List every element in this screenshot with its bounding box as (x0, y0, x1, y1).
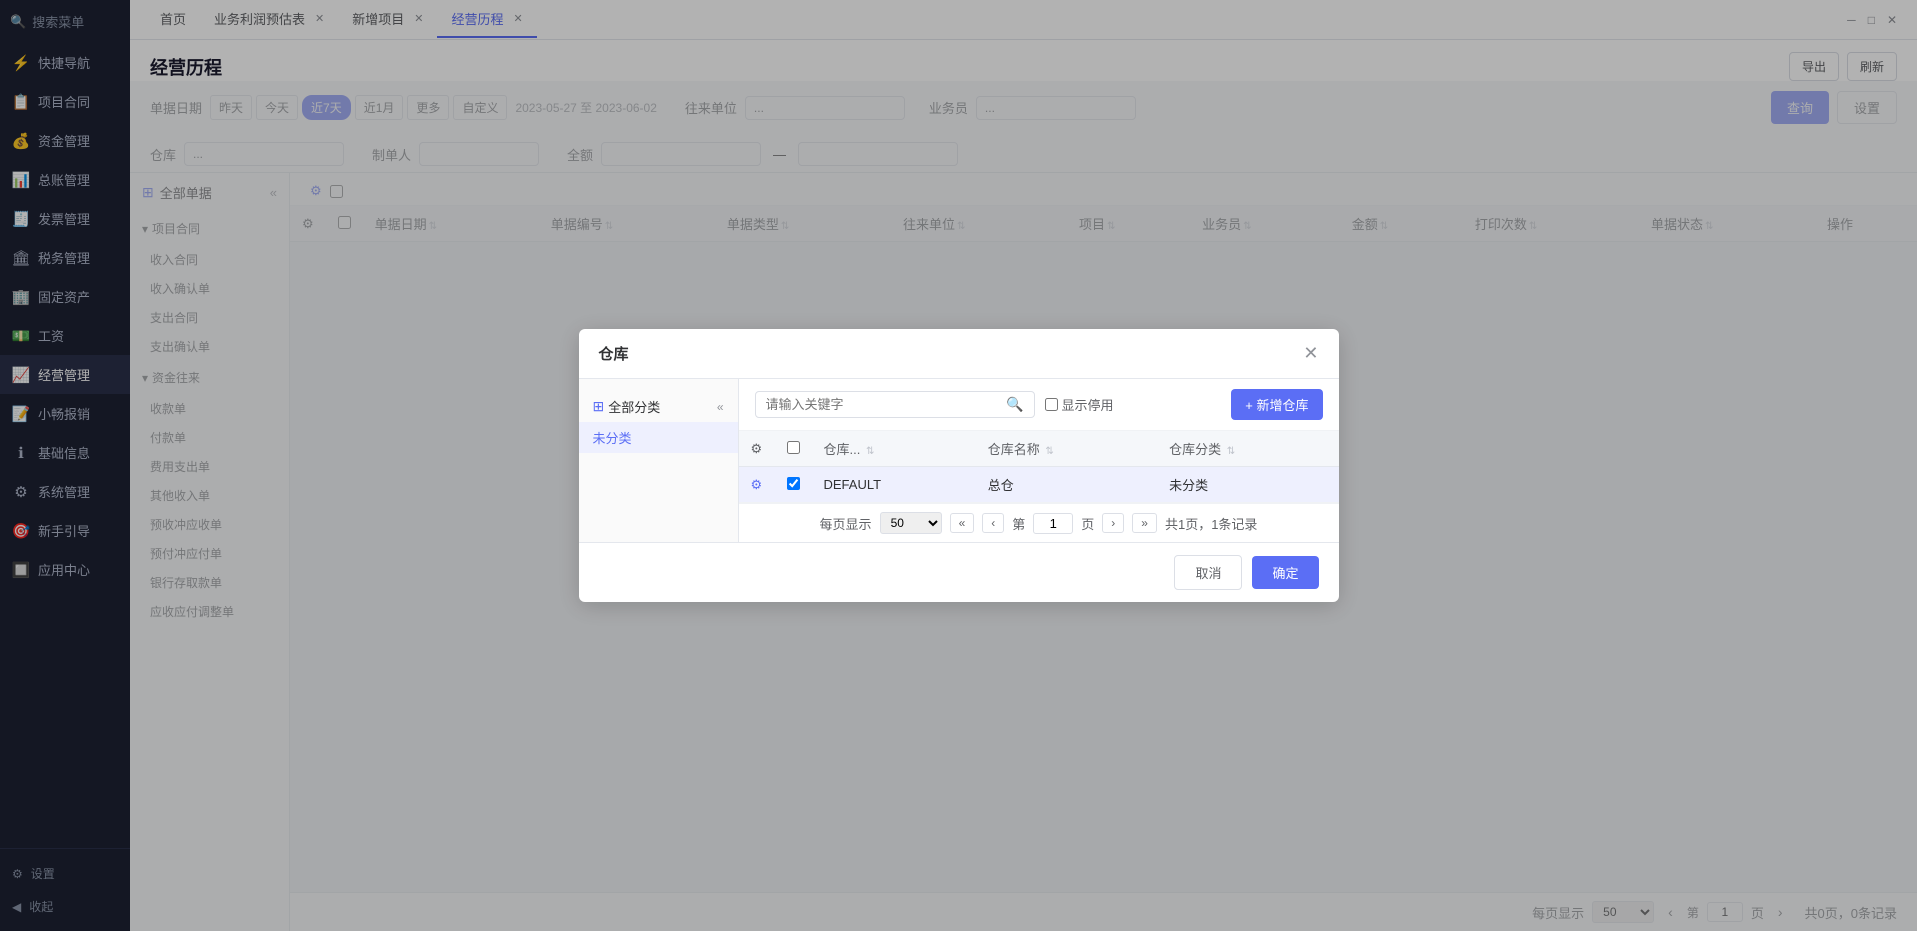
modal-close-btn[interactable]: ✕ (1303, 343, 1318, 364)
grid-icon: ⊞ (593, 398, 605, 415)
modal-per-page-label: 每页显示 (820, 514, 872, 533)
show-disabled-label[interactable]: 显示停用 (1045, 395, 1114, 414)
modal-body: ⊞ 全部分类 « 未分类 🔍 (579, 379, 1339, 542)
modal-left-all-label: 全部分类 (608, 397, 660, 416)
modal-left-toggle-btn[interactable]: « (717, 400, 724, 414)
modal-per-page-select[interactable]: 50 (880, 512, 942, 534)
modal-page-last-btn[interactable]: » (1132, 513, 1157, 533)
modal-row-name: 总仓 (976, 467, 1157, 503)
modal-page-next-btn[interactable]: › (1102, 513, 1124, 533)
add-warehouse-btn[interactable]: + 新增仓库 (1231, 389, 1322, 420)
modal-confirm-btn[interactable]: 确定 (1252, 556, 1318, 589)
modal-cancel-btn[interactable]: 取消 (1174, 555, 1242, 590)
modal-left-item-uncategorized[interactable]: 未分类 (579, 422, 738, 453)
modal-row-checkbox (775, 467, 812, 503)
modal-search-box: 🔍 (755, 391, 1035, 418)
sort-icon: ⇅ (1227, 446, 1235, 457)
modal-left-header[interactable]: ⊞ 全部分类 « (579, 391, 738, 422)
modal-col-warehouse-name: 仓库名称 ⇅ (976, 431, 1157, 467)
modal-left-panel: ⊞ 全部分类 « 未分类 (579, 379, 739, 542)
modal-search-input[interactable] (766, 397, 1001, 412)
warehouse-table: ⚙ 仓库... ⇅ (739, 431, 1339, 503)
modal-col-warehouse-code: 仓库... ⇅ (812, 431, 976, 467)
modal-page-prev-btn[interactable]: ‹ (982, 513, 1004, 533)
modal-total-info: 共1页，1条记录 (1165, 514, 1257, 533)
table-settings-icon[interactable]: ⚙ (751, 441, 763, 456)
modal-overlay: 仓库 ✕ ⊞ 全部分类 « 未分类 (0, 0, 1917, 931)
modal-header: 仓库 ✕ (579, 329, 1339, 379)
modal-page-unit: 页 (1081, 514, 1094, 533)
modal-right-top: 🔍 显示停用 + 新增仓库 (739, 379, 1339, 431)
modal-footer: 取消 确定 (579, 542, 1339, 602)
modal-col-warehouse-category: 仓库分类 ⇅ (1157, 431, 1338, 467)
row-checkbox[interactable] (787, 477, 800, 490)
modal-th-checkbox[interactable] (787, 441, 800, 454)
modal-page-label: 第 (1012, 514, 1025, 533)
modal-right-panel: 🔍 显示停用 + 新增仓库 (739, 379, 1339, 542)
search-icon: 🔍 (1006, 396, 1023, 413)
show-disabled-text: 显示停用 (1062, 395, 1114, 414)
show-disabled-checkbox[interactable] (1045, 398, 1058, 411)
sort-icon: ⇅ (1045, 446, 1053, 457)
modal-title: 仓库 (599, 343, 629, 364)
modal-page-first-btn[interactable]: « (950, 513, 975, 533)
modal-table: ⚙ 仓库... ⇅ (739, 431, 1339, 503)
modal-col-settings: ⚙ (739, 431, 775, 467)
modal-row-settings: ⚙ (739, 467, 775, 503)
modal-row-code: DEFAULT (812, 467, 976, 503)
modal-page-input[interactable] (1033, 513, 1073, 534)
modal-col-checkbox (775, 431, 812, 467)
modal-row-category: 未分类 (1157, 467, 1338, 503)
table-row[interactable]: ⚙ DEFAULT 总仓 未分类 (739, 467, 1339, 503)
row-settings-icon[interactable]: ⚙ (751, 477, 763, 492)
modal-pagination: 每页显示 50 « ‹ 第 页 › » 共1页，1条记录 (739, 503, 1339, 542)
warehouse-modal: 仓库 ✕ ⊞ 全部分类 « 未分类 (579, 329, 1339, 602)
sort-icon: ⇅ (866, 446, 874, 457)
